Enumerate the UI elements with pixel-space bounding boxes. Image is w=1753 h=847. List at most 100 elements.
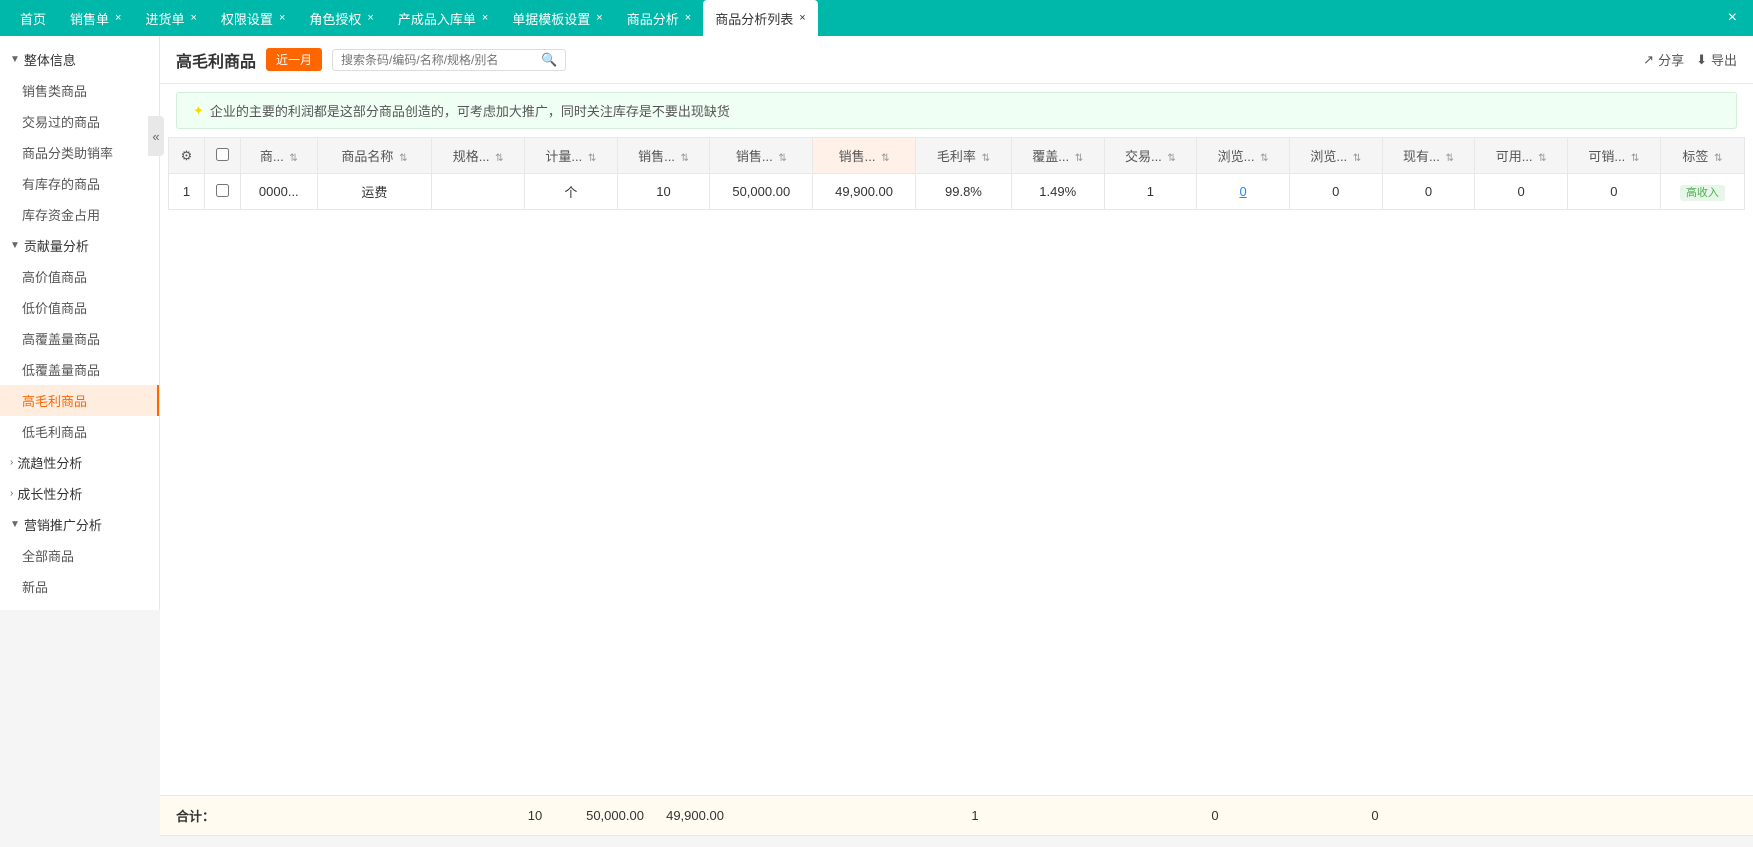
cell-gross-margin: 99.8% xyxy=(916,174,1012,210)
sort-transaction-icon: ⇅ xyxy=(1167,153,1175,164)
share-button[interactable]: ↗ 分享 xyxy=(1643,50,1684,69)
right-panel: 高毛利商品 近一月 🔍 ↗ 分享 ⬇ 导出 ✦ 企业的主要的利润都是这部分商品创… xyxy=(160,36,1753,847)
export-icon: ⬇ xyxy=(1696,52,1707,68)
sidebar-group-trend[interactable]: › 流趋性分析 xyxy=(0,447,159,478)
col-name[interactable]: 商品名称 ⇅ xyxy=(317,138,432,174)
sidebar-group-overall[interactable]: ▼ 整体信息 xyxy=(0,44,159,75)
sidebar-group-growth[interactable]: › 成长性分析 xyxy=(0,478,159,509)
header-actions: ↗ 分享 ⬇ 导出 xyxy=(1643,50,1737,69)
close-role-tab[interactable]: × xyxy=(367,12,373,24)
sidebar-item-stock-capital[interactable]: 库存资金占用 xyxy=(0,199,159,230)
col-spec[interactable]: 规格... ⇅ xyxy=(432,138,525,174)
row-checkbox[interactable] xyxy=(216,184,229,197)
sidebar-item-high-coverage[interactable]: 高覆盖量商品 xyxy=(0,323,159,354)
nav-item-role[interactable]: 角色授权 × xyxy=(297,0,385,36)
sidebar-item-category-rate[interactable]: 商品分类助销率 xyxy=(0,137,159,168)
cell-code[interactable]: 0000... xyxy=(241,174,318,210)
sidebar-group-marketing[interactable]: ▼ 营销推广分析 xyxy=(0,509,159,540)
cell-coverage: 1.49% xyxy=(1011,174,1104,210)
sidebar-item-new-products[interactable]: 新品 xyxy=(0,571,159,602)
col-browse2[interactable]: 浏览... ⇅ xyxy=(1289,138,1382,174)
close-sales-tab[interactable]: × xyxy=(115,12,121,24)
col-sales-qty[interactable]: 销售... ⇅ xyxy=(617,138,710,174)
top-navigation: 首页 销售单 × 进货单 × 权限设置 × 角色授权 × 产成品入库单 × 单据… xyxy=(0,0,1753,36)
sort-available-icon: ⇅ xyxy=(1538,153,1546,164)
footer-totals: 合计： 10 50,000.00 49,900.00 1 0 0 xyxy=(160,795,1753,835)
arrow-trend: › xyxy=(10,457,13,468)
close-purchase-tab[interactable]: × xyxy=(190,12,196,24)
footer-label: 合计： xyxy=(176,806,215,825)
sort-grossmargin-icon: ⇅ xyxy=(982,153,990,164)
cell-tag: 高收入 xyxy=(1660,174,1744,210)
sidebar-item-low-coverage[interactable]: 低覆盖量商品 xyxy=(0,354,159,385)
sidebar-item-sales-products[interactable]: 销售类商品 xyxy=(0,75,159,106)
share-icon: ↗ xyxy=(1643,52,1654,68)
nav-item-product-analysis[interactable]: 商品分析 × xyxy=(615,0,703,36)
close-template-tab[interactable]: × xyxy=(596,12,602,24)
sidebar-item-in-stock[interactable]: 有库存的商品 xyxy=(0,168,159,199)
nav-item-purchase[interactable]: 进货单 × xyxy=(133,0,208,36)
nav-item-template[interactable]: 单据模板设置 × xyxy=(500,0,614,36)
tag-badge: 高收入 xyxy=(1680,185,1725,201)
sidebar-collapse-button[interactable]: « xyxy=(148,116,164,156)
footer-sellable: 0 xyxy=(1335,808,1415,823)
close-product-warehouse-tab[interactable]: × xyxy=(482,12,488,24)
filter-recent-month-button[interactable]: 近一月 xyxy=(266,48,322,71)
sort-currentstock-icon: ⇅ xyxy=(1445,153,1453,164)
col-gross-margin[interactable]: 毛利率 ⇅ xyxy=(916,138,1012,174)
sort-tag-icon: ⇅ xyxy=(1714,153,1722,164)
nav-item-permission[interactable]: 权限设置 × xyxy=(209,0,297,36)
sort-browse1-icon: ⇅ xyxy=(1260,153,1268,164)
col-settings[interactable]: ⚙ xyxy=(169,138,205,174)
close-product-analysis-list-tab[interactable]: × xyxy=(799,12,805,24)
cell-index: 1 xyxy=(169,174,205,210)
select-all-checkbox[interactable] xyxy=(216,148,229,161)
sidebar: ▼ 整体信息 销售类商品 交易过的商品 商品分类助销率 有库存的商品 库存资金占… xyxy=(0,36,160,610)
sidebar-group-contribution[interactable]: ▼ 贡献量分析 xyxy=(0,230,159,261)
search-box: 🔍 xyxy=(332,49,566,71)
cell-transaction: 1 xyxy=(1104,174,1197,210)
sidebar-item-low-value[interactable]: 低价值商品 xyxy=(0,292,159,323)
col-transaction[interactable]: 交易... ⇅ xyxy=(1104,138,1197,174)
nav-item-product-analysis-list[interactable]: 商品分析列表 × xyxy=(703,0,817,36)
col-tag[interactable]: 标签 ⇅ xyxy=(1660,138,1744,174)
sidebar-item-low-margin[interactable]: 低毛利商品 xyxy=(0,416,159,447)
cell-checkbox xyxy=(205,174,241,210)
col-sales-amount[interactable]: 销售... ⇅ xyxy=(710,138,813,174)
col-coverage[interactable]: 覆盖... ⇅ xyxy=(1011,138,1104,174)
footer-sales-amount: 50,000.00 xyxy=(575,808,655,823)
sort-salesamt-icon: ⇅ xyxy=(778,153,786,164)
sort-unit-icon: ⇅ xyxy=(588,153,596,164)
nav-item-home[interactable]: 首页 xyxy=(8,0,58,36)
table-row: 1 0000... 运费 个 10 50,000.00 49,900.00 99… xyxy=(169,174,1745,210)
sidebar-item-high-margin[interactable]: 高毛利商品 xyxy=(0,385,159,416)
nav-item-product-warehouse[interactable]: 产成品入库单 × xyxy=(386,0,500,36)
nav-item-sales[interactable]: 销售单 × xyxy=(58,0,133,36)
close-permission-tab[interactable]: × xyxy=(279,12,285,24)
sidebar-item-all-products[interactable]: 全部商品 xyxy=(0,540,159,571)
close-product-analysis-tab[interactable]: × xyxy=(685,12,691,24)
close-all-tabs-button[interactable]: × xyxy=(1720,9,1745,27)
col-browse1[interactable]: 浏览... ⇅ xyxy=(1197,138,1290,174)
col-sellable[interactable]: 可销... ⇅ xyxy=(1567,138,1660,174)
col-code[interactable]: 商... ⇅ xyxy=(241,138,318,174)
col-current-stock[interactable]: 现有... ⇅ xyxy=(1382,138,1475,174)
info-banner: ✦ 企业的主要的利润都是这部分商品创造的，可考虑加大推广，同时关注库存是不要出现… xyxy=(176,92,1737,129)
main-content: ▼ 整体信息 销售类商品 交易过的商品 商品分类助销率 有库存的商品 库存资金占… xyxy=(0,36,1753,847)
search-icon[interactable]: 🔍 xyxy=(541,52,557,68)
col-unit[interactable]: 计量... ⇅ xyxy=(524,138,617,174)
col-available[interactable]: 可用... ⇅ xyxy=(1475,138,1568,174)
col-sales-profit[interactable]: 销售... ⇅ xyxy=(813,138,916,174)
cell-name: 运费 xyxy=(317,174,432,210)
sort-salesqty-icon: ⇅ xyxy=(681,153,689,164)
horizontal-scrollbar[interactable] xyxy=(160,835,1753,847)
search-input[interactable] xyxy=(341,53,541,67)
sort-sellable-icon: ⇅ xyxy=(1631,153,1639,164)
cell-browse1[interactable]: 0 xyxy=(1197,174,1290,210)
sidebar-item-high-value[interactable]: 高价值商品 xyxy=(0,261,159,292)
sort-coverage-icon: ⇅ xyxy=(1075,153,1083,164)
export-button[interactable]: ⬇ 导出 xyxy=(1696,50,1737,69)
cell-browse2: 0 xyxy=(1289,174,1382,210)
sidebar-item-traded-products[interactable]: 交易过的商品 xyxy=(0,106,159,137)
cell-sales-qty: 10 xyxy=(617,174,710,210)
